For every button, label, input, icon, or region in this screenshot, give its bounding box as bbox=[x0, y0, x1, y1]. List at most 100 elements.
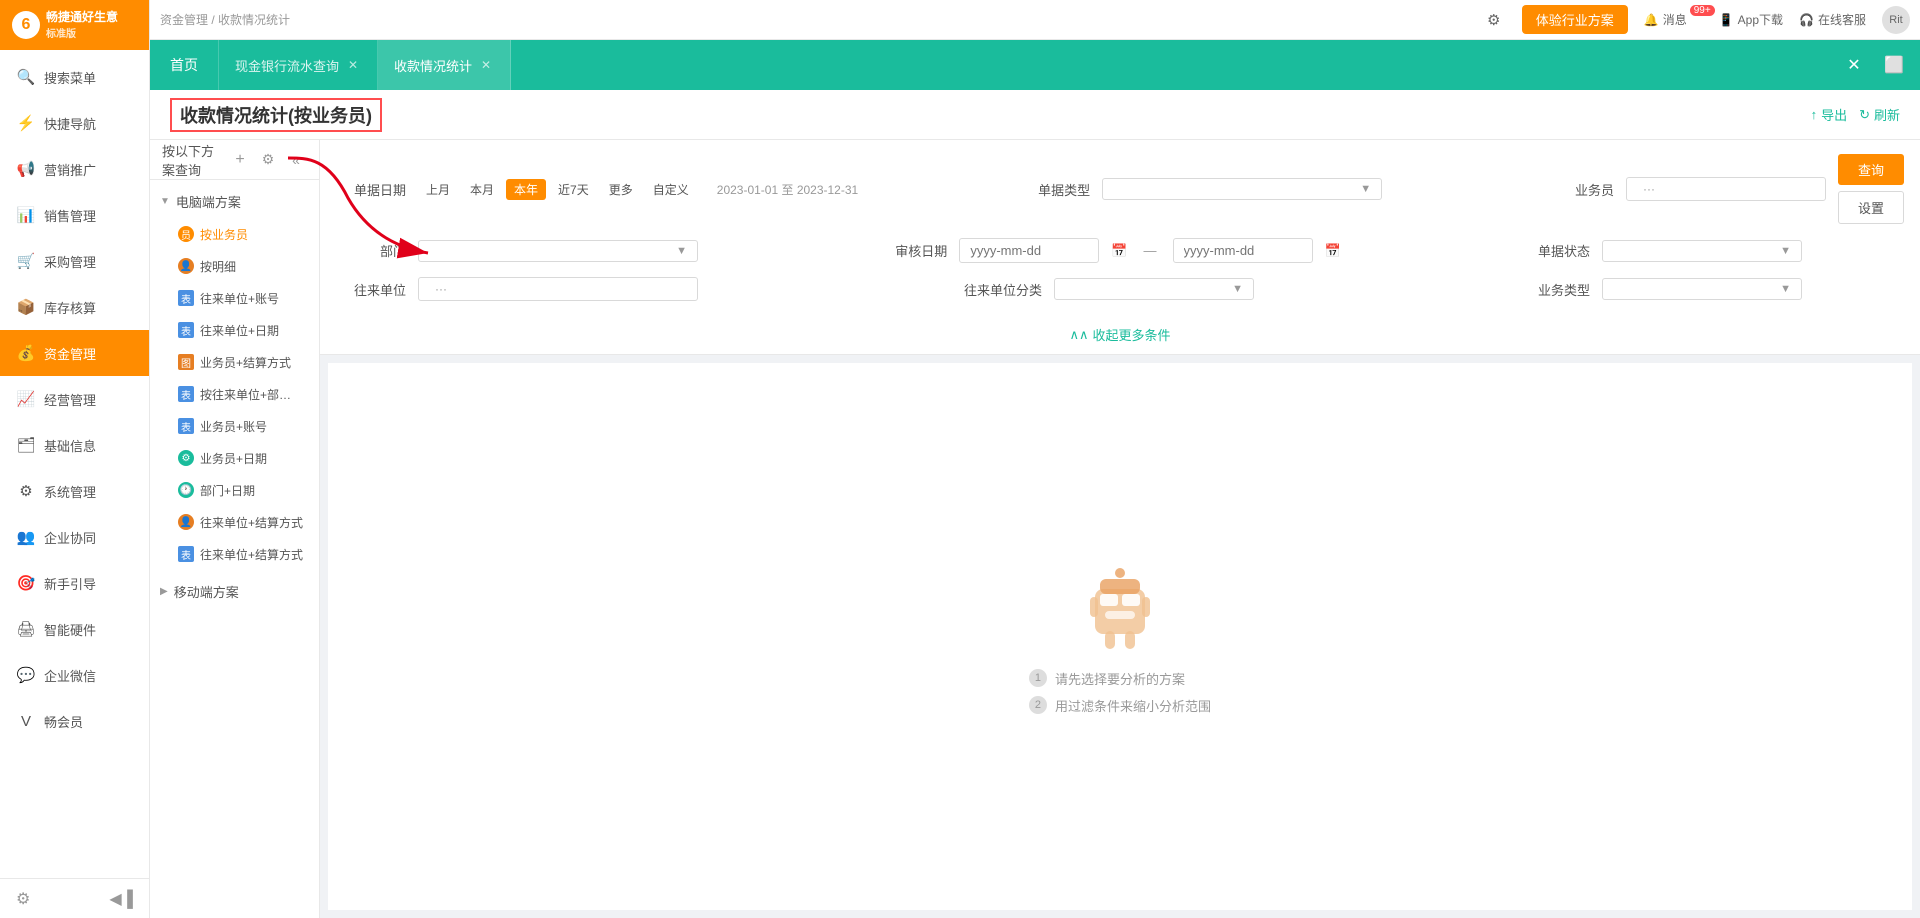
scheme-item-unit-settle2[interactable]: 表 往来单位+结算方式 bbox=[150, 538, 319, 570]
biz-type-select[interactable]: ▼ bbox=[1602, 278, 1802, 300]
doc-status-select[interactable]: ▼ bbox=[1602, 240, 1802, 262]
counterpart-class-select[interactable]: ▼ bbox=[1054, 278, 1254, 300]
calendar-to-icon[interactable]: 📅 bbox=[1325, 243, 1341, 259]
sidebar-label-6: 资金管理 bbox=[44, 344, 96, 363]
counterpart-select[interactable]: ··· bbox=[418, 277, 698, 301]
app-download-btn[interactable]: 📱 App下载 bbox=[1719, 11, 1783, 28]
scheme-item-salesman-settle[interactable]: 图 业务员+结算方式 bbox=[150, 346, 319, 378]
sidebar-label-3: 销售管理 bbox=[44, 206, 96, 225]
audit-date-to[interactable] bbox=[1173, 238, 1313, 263]
left-panel-actions: + ⚙ « bbox=[229, 149, 307, 171]
scheme-settings-btn[interactable]: ⚙ bbox=[257, 149, 279, 171]
sidebar-item-资金管理[interactable]: 💰资金管理 bbox=[0, 330, 149, 376]
counterpart-class-label: 往来单位分类 bbox=[964, 280, 1042, 299]
doc-type-select[interactable]: ▼ bbox=[1102, 178, 1382, 200]
sidebar-item-快捷导航[interactable]: ⚡快捷导航 bbox=[0, 100, 149, 146]
calendar-from-icon[interactable]: 📅 bbox=[1111, 243, 1127, 259]
sidebar-icon-0: 🔍 bbox=[16, 67, 36, 87]
empty-state: 1 请先选择要分析的方案 2 用过滤条件来缩小分析范围 bbox=[328, 363, 1912, 910]
sidebar-icon-11: 🎯 bbox=[16, 573, 36, 593]
tab-cash-flow-close[interactable]: ✕ bbox=[345, 57, 361, 73]
counterpart-more-icon[interactable]: ··· bbox=[435, 282, 447, 296]
download-icon: 📱 bbox=[1719, 13, 1734, 27]
sidebar-item-企业协同[interactable]: 👥企业协同 bbox=[0, 514, 149, 560]
settings-icon[interactable]: ⚙ bbox=[16, 889, 30, 909]
sidebar-icon-8: 🗂 bbox=[16, 435, 36, 455]
date-tab-more[interactable]: 更多 bbox=[601, 179, 641, 200]
sidebar-item-搜索菜单[interactable]: 🔍 搜索菜单 bbox=[0, 54, 149, 100]
sidebar-item-库存核算[interactable]: 📦库存核算 bbox=[0, 284, 149, 330]
content-area: 按以下方案查询 + ⚙ « ▼ 电脑端方案 bbox=[150, 140, 1920, 918]
scheme-item-salesman-date[interactable]: ⚙ 业务员+日期 bbox=[150, 442, 319, 474]
refresh-icon: ↻ bbox=[1859, 107, 1870, 123]
scheme-item-detail[interactable]: 👤 按明细 bbox=[150, 250, 319, 282]
scheme-item-dept-date[interactable]: 🕐 部门+日期 bbox=[150, 474, 319, 506]
export-btn[interactable]: ↑ 导出 bbox=[1811, 105, 1848, 124]
collapse-bar[interactable]: ∧∧ 收起更多条件 bbox=[336, 315, 1904, 354]
date-label: 单据日期 bbox=[336, 180, 406, 199]
salesman-select[interactable]: ··· bbox=[1626, 177, 1826, 201]
date-tab-7days[interactable]: 近7天 bbox=[550, 179, 597, 200]
collapse-icon: ∧∧ bbox=[1069, 327, 1088, 343]
empty-tip-2: 2 用过滤条件来缩小分析范围 bbox=[1029, 696, 1211, 715]
sidebar-item-新手引导[interactable]: 🎯新手引导 bbox=[0, 560, 149, 606]
sidebar-item-销售管理[interactable]: 📊销售管理 bbox=[0, 192, 149, 238]
sidebar-icon-10: 👥 bbox=[16, 527, 36, 547]
sidebar-icon-9: ⚙ bbox=[16, 481, 36, 501]
query-btn[interactable]: 查询 bbox=[1838, 154, 1904, 185]
scheme-item-unit-account[interactable]: 表 往来单位+账号 bbox=[150, 282, 319, 314]
sidebar-bottom: ⚙ ◀▐ bbox=[0, 878, 149, 918]
user-avatar[interactable]: Rit bbox=[1882, 6, 1910, 34]
date-tab-this-month[interactable]: 本月 bbox=[462, 179, 502, 200]
main-area: 资金管理 / 收款情况统计 ⚙ 体验行业方案 🔔 消息 99+ 📱 App下载 … bbox=[150, 0, 1920, 918]
collapse-sidebar-icon[interactable]: ◀▐ bbox=[109, 889, 133, 909]
audit-date-from[interactable] bbox=[959, 238, 1099, 263]
date-tab-this-year[interactable]: 本年 bbox=[506, 179, 546, 200]
sidebar-item-系统管理[interactable]: ⚙ 系统管理 bbox=[0, 468, 149, 514]
scheme-item-salesman-account[interactable]: 表 业务员+账号 bbox=[150, 410, 319, 442]
salesman-more-icon[interactable]: ··· bbox=[1643, 182, 1655, 196]
sidebar-item-企业微信[interactable]: 💬企业微信 bbox=[0, 652, 149, 698]
sidebar-item-基础信息[interactable]: 🗂基础信息 bbox=[0, 422, 149, 468]
sidebar-item-畅会员[interactable]: V畅会员 bbox=[0, 698, 149, 744]
tab-home[interactable]: 首页 bbox=[150, 40, 219, 90]
tab-fullscreen-btn[interactable]: ⬜ bbox=[1880, 51, 1908, 79]
collapse-panel-btn[interactable]: « bbox=[285, 149, 307, 171]
sidebar-item-采购管理[interactable]: 🛒采购管理 bbox=[0, 238, 149, 284]
salesman-account-icon: 表 bbox=[178, 418, 194, 434]
add-scheme-btn[interactable]: + bbox=[229, 149, 251, 171]
online-service-btn[interactable]: 🎧 在线客服 bbox=[1799, 11, 1866, 28]
tab-collection-close[interactable]: ✕ bbox=[478, 57, 494, 73]
page-title-actions: ↑ 导出 ↻ 刷新 bbox=[1811, 105, 1900, 124]
date-tab-last-month[interactable]: 上月 bbox=[418, 179, 458, 200]
date-tab-custom[interactable]: 自定义 bbox=[645, 179, 697, 200]
sidebar-label-9: 系统管理 bbox=[44, 482, 96, 501]
robot-svg bbox=[1070, 559, 1170, 659]
settings-btn[interactable]: ⚙ bbox=[1482, 8, 1506, 32]
filter-section: 单据日期 上月 本月 本年 近7天 更多 自定义 2023-01-01 至 20… bbox=[320, 140, 1920, 355]
messages-btn[interactable]: 🔔 消息 99+ bbox=[1644, 11, 1703, 28]
salesman-scheme-icon: 员 bbox=[178, 226, 194, 242]
tab-collection-stats[interactable]: 收款情况统计 ✕ bbox=[378, 40, 511, 90]
sidebar-icon-5: 📦 bbox=[16, 297, 36, 317]
scheme-category-mobile[interactable]: ▶ 移动端方案 bbox=[150, 574, 319, 608]
scheme-category-desktop[interactable]: ▼ 电脑端方案 bbox=[150, 184, 319, 218]
scheme-item-unit-dept[interactable]: 表 按往来单位+部门+收... bbox=[150, 378, 319, 410]
unit-dept-icon: 表 bbox=[178, 386, 194, 402]
sidebar-item-营销推广[interactable]: 📢营销推广 bbox=[0, 146, 149, 192]
dept-select[interactable]: ▼ bbox=[418, 240, 698, 262]
sidebar-item-智能硬件[interactable]: 🖨智能硬件 bbox=[0, 606, 149, 652]
tab-close-all-btn[interactable]: ✕ bbox=[1840, 51, 1868, 79]
refresh-btn[interactable]: ↻ 刷新 bbox=[1859, 105, 1900, 124]
sidebar: 6 畅捷通好生意 标准版 🔍搜索菜单⚡快捷导航📢营销推广📊销售管理🛒采购管理📦库… bbox=[0, 0, 150, 918]
setting-btn[interactable]: 设置 bbox=[1838, 191, 1904, 224]
sidebar-item-经营管理[interactable]: 📈经营管理 bbox=[0, 376, 149, 422]
scheme-item-unit-settle1[interactable]: 👤 往来单位+结算方式 bbox=[150, 506, 319, 538]
tab-cash-flow-label: 现金银行流水查询 bbox=[235, 56, 339, 75]
tab-cash-flow[interactable]: 现金银行流水查询 ✕ bbox=[219, 40, 378, 90]
counterpart-class-arrow: ▼ bbox=[1232, 283, 1243, 295]
scheme-item-salesman[interactable]: 员 按业务员 bbox=[150, 218, 319, 250]
sidebar-label-0: 搜索菜单 bbox=[44, 68, 96, 87]
scheme-item-unit-date[interactable]: 表 往来单位+日期 bbox=[150, 314, 319, 346]
trial-btn[interactable]: 体验行业方案 bbox=[1522, 5, 1628, 34]
